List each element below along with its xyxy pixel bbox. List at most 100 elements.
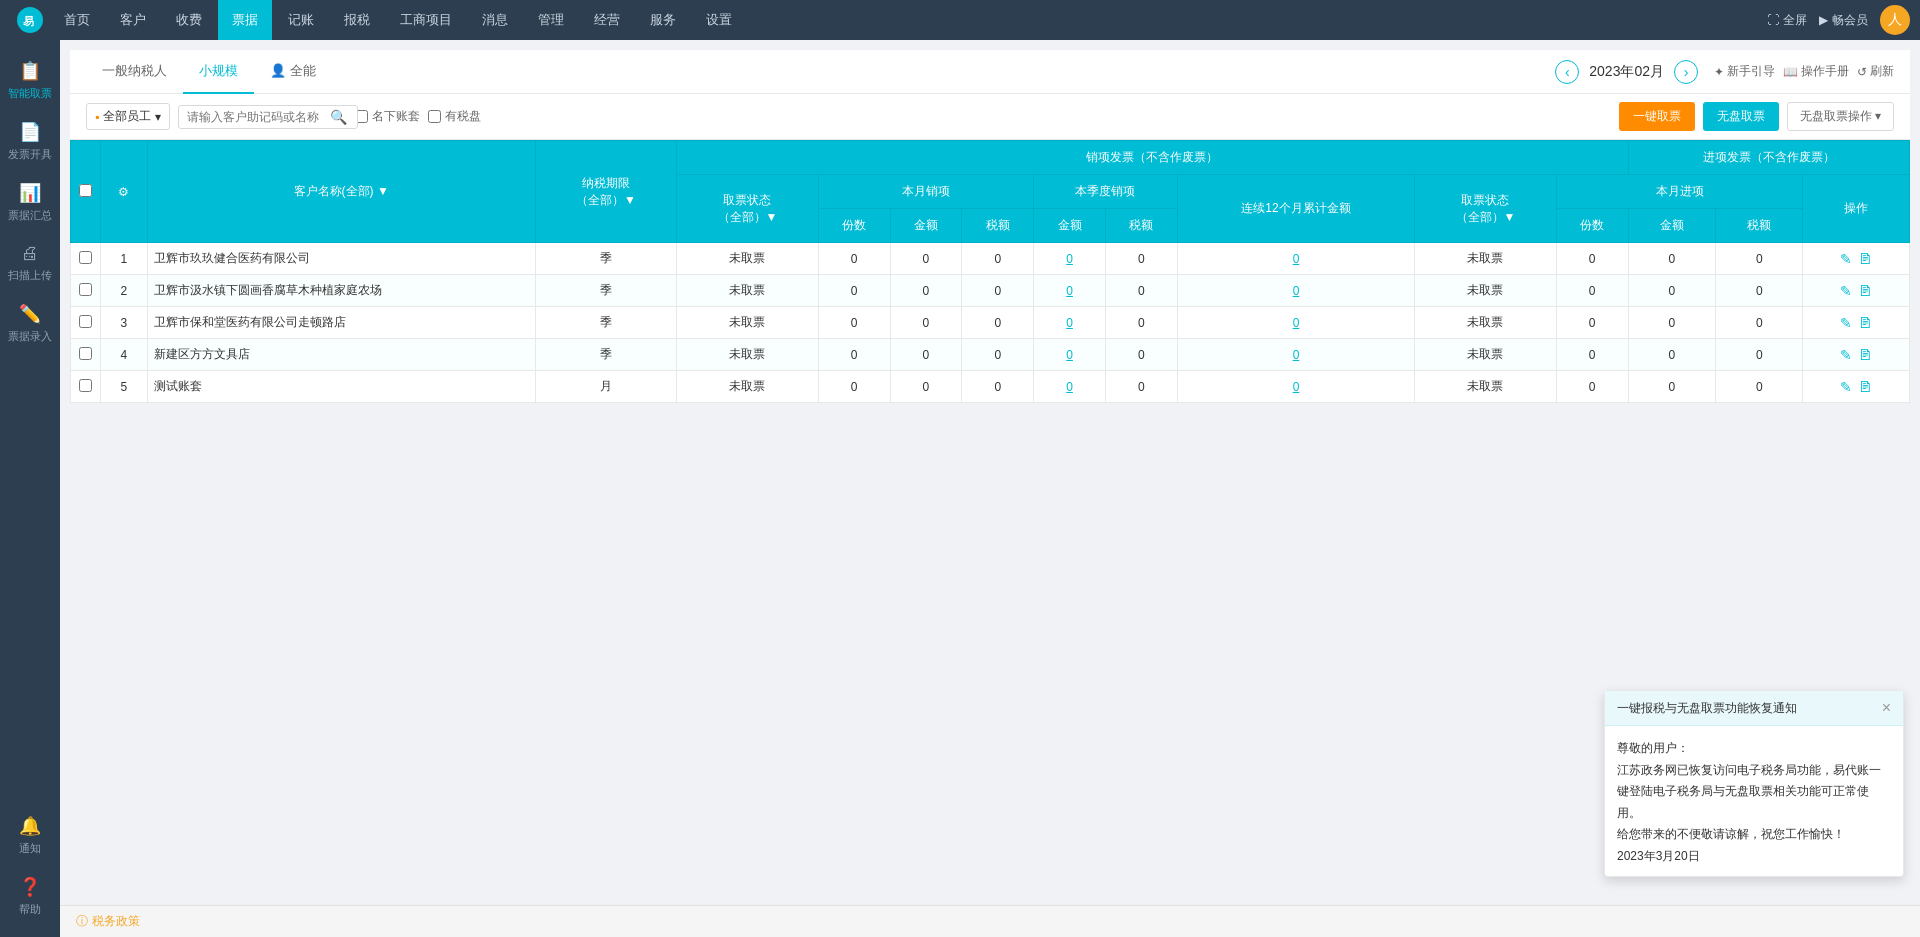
nav-item-报税[interactable]: 报税 — [330, 0, 384, 40]
select-all-checkbox[interactable] — [79, 184, 92, 197]
edit-icon[interactable]: ✎ — [1840, 283, 1852, 299]
row-xiao-month-amount: 0 — [890, 307, 962, 339]
nav-item-收费[interactable]: 收费 — [162, 0, 216, 40]
nav-item-工商项目[interactable]: 工商项目 — [386, 0, 466, 40]
edit-icon[interactable]: ✎ — [1840, 379, 1852, 395]
nav-item-服务[interactable]: 服务 — [636, 0, 690, 40]
th-xiao-month-tax: 税额 — [962, 209, 1034, 243]
row-checkbox — [71, 243, 101, 275]
row-xiao-month-count: 0 — [818, 275, 890, 307]
row-jin-month-tax: 0 — [1716, 371, 1803, 403]
manual-btn[interactable]: 📖 操作手册 — [1783, 63, 1849, 80]
tax-policy-link[interactable]: ⓘ 税务政策 — [76, 913, 140, 930]
sidebar-icon-智能取票: 📋 — [19, 60, 41, 82]
row-jin-status: 未取票 — [1415, 371, 1556, 403]
row-period: 季 — [535, 243, 676, 275]
period-next-btn[interactable]: › — [1674, 60, 1698, 84]
search-btn[interactable]: 🔍 — [330, 109, 347, 125]
row-xiao-quarter-amount: 0 — [1034, 307, 1106, 339]
edit-icon[interactable]: ✎ — [1840, 347, 1852, 363]
row-actions: ✎ 🖹 — [1803, 371, 1910, 403]
svg-text:易: 易 — [23, 15, 34, 27]
row-no: 2 — [101, 275, 148, 307]
nav-item-记账[interactable]: 记账 — [274, 0, 328, 40]
notification-close-btn[interactable]: × — [1882, 699, 1891, 717]
page-tab-小规模[interactable]: 小规模 — [183, 50, 254, 94]
sidebar-item-发票开具[interactable]: 📄发票开具 — [8, 111, 52, 172]
my-accounts-checkbox[interactable]: 名下账套 — [355, 108, 420, 125]
sidebar-icon-扫描上传: 🖨 — [21, 243, 39, 264]
detail-icon[interactable]: 🖹 — [1858, 315, 1872, 331]
row-name: 卫辉市保和堂医药有限公司走顿路店 — [147, 307, 535, 339]
nav-item-客户[interactable]: 客户 — [106, 0, 160, 40]
guide-btn[interactable]: ✦ 新手引导 — [1714, 63, 1775, 80]
th-tax-period: 纳税期限（全部）▼ — [535, 141, 676, 243]
sidebar-item-扫描上传[interactable]: 🖨扫描上传 — [8, 233, 52, 293]
nav-item-票据[interactable]: 票据 — [218, 0, 272, 40]
th-xiao-month-amount: 金额 — [890, 209, 962, 243]
period-prev-btn[interactable]: ‹ — [1555, 60, 1579, 84]
row-jin-month-amount: 0 — [1628, 339, 1715, 371]
sidebar-bottom-通知[interactable]: 🔔 通知 — [0, 805, 60, 866]
edit-icon[interactable]: ✎ — [1840, 315, 1852, 331]
th-client-name: 客户名称(全部) ▼ — [147, 141, 535, 243]
avatar[interactable]: 人 — [1880, 5, 1910, 35]
sidebar-item-智能取票[interactable]: 📋智能取票 — [8, 50, 52, 111]
row-xiao-12month: 0 — [1177, 243, 1414, 275]
nav-item-首页[interactable]: 首页 — [50, 0, 104, 40]
th-action: 操作 — [1803, 175, 1910, 243]
row-name: 卫辉市汲水镇下圆画香腐草木种植家庭农场 — [147, 275, 535, 307]
th-xiao-month: 本月销项 — [818, 175, 1033, 209]
vip-btn[interactable]: ▶ 畅会员 — [1819, 12, 1868, 29]
bottom-bar: ⓘ 税务政策 — [60, 905, 1920, 937]
row-jin-month-amount: 0 — [1628, 275, 1715, 307]
detail-icon[interactable]: 🖹 — [1858, 251, 1872, 267]
page-tab-全能[interactable]: 👤全能 — [254, 50, 332, 94]
page-tab-一般纳税人[interactable]: 一般纳税人 — [86, 50, 183, 94]
th-jin-month-tax: 税额 — [1716, 209, 1803, 243]
logo[interactable]: 易 — [10, 0, 50, 40]
row-period: 季 — [535, 339, 676, 371]
row-jin-month-count: 0 — [1556, 307, 1628, 339]
tax-disk-checkbox[interactable]: 有税盘 — [428, 108, 481, 125]
detail-icon[interactable]: 🖹 — [1858, 283, 1872, 299]
sidebar-bottom-label-帮助: 帮助 — [19, 902, 41, 917]
detail-icon[interactable]: 🖹 — [1858, 379, 1872, 395]
row-xiao-quarter-tax: 0 — [1105, 307, 1177, 339]
row-name: 卫辉市玖玖健合医药有限公司 — [147, 243, 535, 275]
one-click-btn[interactable]: 一键取票 — [1619, 102, 1695, 131]
toolbar-actions: 一键取票 无盘取票 无盘取票操作 ▾ — [1619, 102, 1894, 131]
nav-item-消息[interactable]: 消息 — [468, 0, 522, 40]
fullscreen-btn[interactable]: ⛶ 全屏 — [1767, 12, 1807, 29]
row-no: 4 — [101, 339, 148, 371]
nav-item-经营[interactable]: 经营 — [580, 0, 634, 40]
row-xiao-quarter-amount: 0 — [1034, 339, 1106, 371]
nav-item-设置[interactable]: 设置 — [692, 0, 746, 40]
sidebar-bottom-label-通知: 通知 — [19, 841, 41, 856]
row-xiao-month-count: 0 — [818, 243, 890, 275]
th-xiao-quarter-amount: 金额 — [1034, 209, 1106, 243]
row-jin-month-amount: 0 — [1628, 371, 1715, 403]
detail-icon[interactable]: 🖹 — [1858, 347, 1872, 363]
sidebar-bottom-icon-通知: 🔔 — [19, 815, 41, 837]
no-disk-btn[interactable]: 无盘取票 — [1703, 102, 1779, 131]
row-xiao-month-tax: 0 — [962, 275, 1034, 307]
row-xiao-month-amount: 0 — [890, 371, 962, 403]
employee-filter[interactable]: ▪ 全部员工 ▾ — [86, 103, 170, 130]
sidebar-item-票据汇总[interactable]: 📊票据汇总 — [8, 172, 52, 233]
no-disk-more-btn[interactable]: 无盘取票操作 ▾ — [1787, 102, 1894, 131]
nav-item-管理[interactable]: 管理 — [524, 0, 578, 40]
header-actions: ✦ 新手引导 📖 操作手册 ↺ 刷新 — [1714, 63, 1894, 80]
row-jin-month-tax: 0 — [1716, 339, 1803, 371]
row-jin-month-tax: 0 — [1716, 307, 1803, 339]
row-xiao-quarter-tax: 0 — [1105, 339, 1177, 371]
sidebar-bottom-帮助[interactable]: ❓帮助 — [0, 866, 60, 927]
row-xiao-month-amount: 0 — [890, 339, 962, 371]
row-no: 5 — [101, 371, 148, 403]
th-xiao-group: 销项发票（不含作废票） — [677, 141, 1628, 175]
refresh-btn[interactable]: ↺ 刷新 — [1857, 63, 1894, 80]
edit-icon[interactable]: ✎ — [1840, 251, 1852, 267]
sidebar-item-票据录入[interactable]: ✏️票据录入 — [8, 293, 52, 354]
row-xiao-quarter-amount: 0 — [1034, 275, 1106, 307]
row-jin-status: 未取票 — [1415, 307, 1556, 339]
